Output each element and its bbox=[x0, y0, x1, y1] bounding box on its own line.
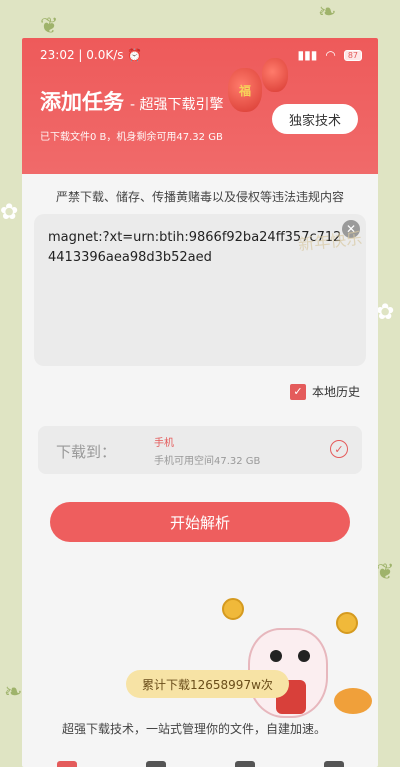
nav-item[interactable] bbox=[234, 761, 255, 767]
koi-fish-icon bbox=[334, 688, 372, 714]
wifi-icon: ◠ bbox=[325, 48, 336, 62]
local-history-label: 本地历史 bbox=[311, 385, 360, 399]
lantern-decoration-icon bbox=[262, 58, 288, 92]
alarm-icon: ⏰ bbox=[123, 48, 143, 62]
start-parse-button[interactable]: 开始解析 bbox=[50, 502, 350, 542]
coin-icon bbox=[222, 598, 244, 620]
signal-icon: ▮▮▮ bbox=[297, 48, 318, 62]
title-row: 添加任务 - 超强下载引擎 bbox=[40, 86, 224, 116]
magnet-input-box[interactable]: magnet:?xt=urn:btih:9866f92ba24ff357c712… bbox=[34, 214, 366, 366]
check-circle-icon[interactable]: ✓ bbox=[330, 440, 348, 458]
footer-slogan: 超强下载技术，一站式管理你的文件，自建加速。 bbox=[62, 722, 327, 736]
app-screen: 23:02 | 0.0K/s ⏰ ▮▮▮ ◠ 87 福 添加任务 - 超强下载引… bbox=[22, 38, 378, 767]
download-destination[interactable]: 下载到： 手机 手机可用空间47.32 GB ✓ bbox=[38, 426, 362, 474]
bottom-nav bbox=[22, 761, 378, 767]
flower-decoration-icon: ✿ bbox=[376, 300, 395, 325]
nav-item[interactable] bbox=[145, 761, 166, 767]
local-history-toggle[interactable]: ✓ 本地历史 bbox=[289, 383, 360, 400]
status-bar: 23:02 | 0.0K/s ⏰ ▮▮▮ ◠ 87 bbox=[40, 46, 362, 64]
coin-icon bbox=[336, 612, 358, 634]
nav-item[interactable] bbox=[323, 761, 344, 767]
checkbox-checked-icon[interactable]: ✓ bbox=[289, 383, 306, 400]
page-title: 添加任务 bbox=[40, 90, 124, 114]
status-divider: | bbox=[74, 48, 87, 62]
mascot-eye bbox=[270, 650, 282, 662]
exclusive-tech-button[interactable]: 独家技术 bbox=[272, 104, 358, 134]
destination-label: 下载到： bbox=[56, 443, 117, 461]
destination-space: 手机可用空间47.32 GB bbox=[154, 456, 261, 467]
leaf-decoration-icon: ❧ bbox=[318, 0, 337, 25]
page-subtitle: - 超强下载引擎 bbox=[130, 97, 224, 113]
status-speed: 0.0K/s bbox=[86, 48, 124, 62]
flower-decoration-icon: ✿ bbox=[0, 200, 19, 225]
header: 23:02 | 0.0K/s ⏰ ▮▮▮ ◠ 87 福 添加任务 - 超强下载引… bbox=[22, 38, 378, 174]
leaf-decoration-icon: ❦ bbox=[376, 560, 395, 585]
destination-name: 手机 bbox=[154, 438, 174, 449]
leaf-decoration-icon: ❦ bbox=[40, 14, 59, 39]
new-year-watermark: 新年快乐 bbox=[297, 228, 363, 255]
status-time: 23:02 bbox=[40, 48, 75, 62]
legal-notice: 严禁下载、储存、传播黄赌毒以及侵权等违法违规内容 bbox=[55, 190, 344, 204]
battery-icon: 87 bbox=[343, 49, 362, 61]
mascot-eye bbox=[298, 650, 310, 662]
lantern-decoration-icon: 福 bbox=[228, 68, 262, 112]
nav-item[interactable] bbox=[56, 761, 77, 767]
download-counter: 累计下载12658997w次 bbox=[126, 670, 289, 698]
storage-info: 已下载文件0 B，机身剩余可用47.32 GB bbox=[40, 132, 223, 143]
leaf-decoration-icon: ❧ bbox=[4, 680, 23, 705]
